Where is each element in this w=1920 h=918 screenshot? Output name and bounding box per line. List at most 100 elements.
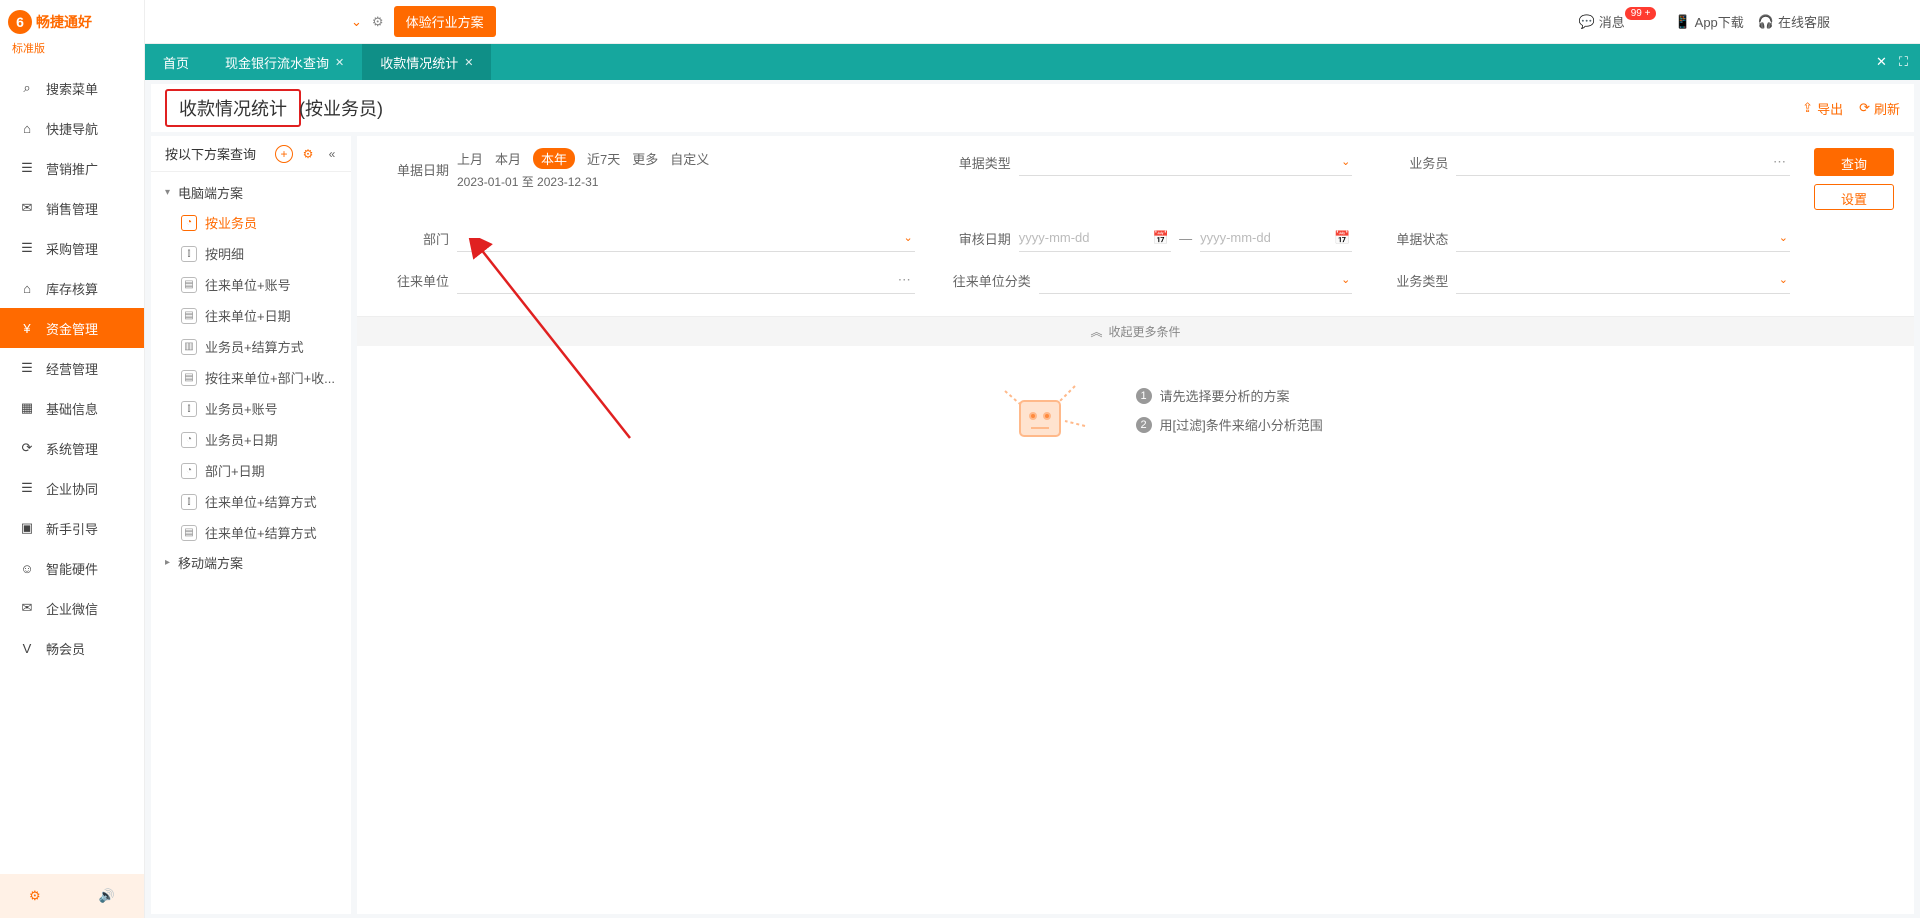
sidebar-item-sales[interactable]: ✉销售管理 <box>0 188 144 228</box>
caret-right-icon: ▸ <box>165 557 170 568</box>
home-icon: ⌂ <box>18 119 36 137</box>
sidebar-item-funds[interactable]: ¥资金管理 <box>0 308 144 348</box>
scheme-item[interactable]: ▥业务员+结算方式 <box>151 331 351 362</box>
gear-icon[interactable]: ⚙ <box>29 888 41 904</box>
double-chevron-up-icon: ︽ <box>1090 323 1102 340</box>
tab-home[interactable]: 首页 <box>145 44 207 80</box>
sidebar-item-vip[interactable]: V畅会员 <box>0 628 144 668</box>
salesman-select[interactable]: ⋯ <box>1456 148 1790 176</box>
scheme-item[interactable]: ▤按往来单位+部门+收... <box>151 362 351 393</box>
sidebar-bottom: ⚙ 🔊 <box>0 874 144 918</box>
play-icon: ▣ <box>18 519 36 537</box>
scheme-item[interactable]: ◔部门+日期 <box>151 455 351 486</box>
collapse-left-icon[interactable]: « <box>323 145 341 163</box>
sidebar-item-smart[interactable]: ☺智能硬件 <box>0 548 144 588</box>
date-chip-more[interactable]: 更多 <box>632 149 658 168</box>
service-button[interactable]: 🎧 在线客服 <box>1758 12 1830 31</box>
biz-type-select[interactable]: ⌄ <box>1456 266 1790 294</box>
refresh-label: 刷新 <box>1874 99 1900 118</box>
scheme-item[interactable]: ⫾往来单位+结算方式 <box>151 486 351 517</box>
logo-subtitle: 标准版 <box>0 40 144 56</box>
tab-cashflow[interactable]: 现金银行流水查询✕ <box>207 44 362 80</box>
sidebar-item-wechat[interactable]: ✉企业微信 <box>0 588 144 628</box>
scheme-item[interactable]: ▤ 往来单位+日期 <box>151 300 351 331</box>
sidebar-item-system[interactable]: ⟳系统管理 <box>0 428 144 468</box>
hint-number: 2 <box>1136 417 1152 433</box>
audit-date-from[interactable]: yyyy-mm-dd📅 <box>1019 224 1171 252</box>
search-icon: ⌕ <box>18 79 36 97</box>
filter-label: 往来单位 <box>377 271 449 290</box>
tab-label: 收款情况统计 <box>380 53 458 72</box>
chevron-down-icon[interactable]: ⌄ <box>351 14 362 30</box>
close-icon[interactable]: ✕ <box>335 56 344 69</box>
trial-button[interactable]: 体验行业方案 <box>394 6 496 37</box>
leaf-label: 业务员+结算方式 <box>205 337 304 356</box>
sidebar-item-guide[interactable]: ▣新手引导 <box>0 508 144 548</box>
scheme-item[interactable]: ◔按业务员 <box>151 207 351 238</box>
close-icon[interactable]: ✕ <box>464 56 473 69</box>
cart-icon: ✉ <box>18 199 36 217</box>
sidebar-item-label: 经营管理 <box>46 359 98 378</box>
query-button[interactable]: 查询 <box>1814 148 1894 176</box>
sidebar-item-inventory[interactable]: ⌂库存核算 <box>0 268 144 308</box>
speaker-icon[interactable]: 🔊 <box>99 888 115 904</box>
chip-icon: ☺ <box>18 559 36 577</box>
scheme-item[interactable]: ⫾按明细 <box>151 238 351 269</box>
sidebar-item-marketing[interactable]: ☰营销推广 <box>0 148 144 188</box>
refresh-icon: ⟳ <box>1859 100 1870 116</box>
list-icon: ▤ <box>181 308 197 324</box>
app-download-button[interactable]: 📱 App下载 <box>1674 12 1743 31</box>
app-label: App下载 <box>1695 12 1744 31</box>
scheme-group-mobile[interactable]: ▸移动端方案 <box>151 548 351 577</box>
settings-button[interactable]: 设置 <box>1814 184 1894 210</box>
scheme-item[interactable]: ▤往来单位+结算方式 <box>151 517 351 548</box>
logo-text: 畅捷通好 <box>36 12 92 32</box>
robot-illustration <box>995 376 1095 456</box>
leaf-label: 业务员+日期 <box>205 430 278 449</box>
sidebar-item-business[interactable]: ☰经营管理 <box>0 348 144 388</box>
sidebar-item-baseinfo[interactable]: ▦基础信息 <box>0 388 144 428</box>
filter-label: 单据日期 <box>377 160 449 179</box>
filter-label: 审核日期 <box>939 229 1011 248</box>
sidebar-item-quicknav[interactable]: ⌂快捷导航 <box>0 108 144 148</box>
tab-receipt-stats[interactable]: 收款情况统计 ✕ <box>362 44 491 80</box>
leaf-label: 往来单位+日期 <box>205 306 291 325</box>
scheme-item[interactable]: ◔业务员+日期 <box>151 424 351 455</box>
sidebar-item-purchase[interactable]: ☰采购管理 <box>0 228 144 268</box>
date-chip-thisyear[interactable]: 本年 <box>533 148 575 169</box>
scheme-group-pc[interactable]: ▾电脑端方案 <box>151 178 351 207</box>
sidebar-item-search[interactable]: ⌕搜索菜单 <box>0 68 144 108</box>
scheme-item[interactable]: ⫾业务员+账号 <box>151 393 351 424</box>
filter-bill-status: 单据状态 ⌄ <box>1376 224 1790 252</box>
scheme-header-label: 按以下方案查询 <box>165 144 256 163</box>
scheme-item[interactable]: ▤往来单位+账号 <box>151 269 351 300</box>
export-button[interactable]: ⇪导出 <box>1802 99 1843 118</box>
audit-date-to[interactable]: yyyy-mm-dd📅 <box>1200 224 1352 252</box>
calendar-icon: 📅 <box>1334 230 1350 246</box>
sidebar-item-label: 企业微信 <box>46 599 98 618</box>
scheme-pane: 按以下方案查询 + ⚙ « ▾电脑端方案 ◔按业务员 ⫾按明细 ▤往来单位+账号… <box>151 136 351 914</box>
refresh-button[interactable]: ⟳刷新 <box>1859 99 1900 118</box>
collapse-filters-button[interactable]: ︽ 收起更多条件 <box>357 316 1914 346</box>
list-icon: ▤ <box>181 525 197 541</box>
hint-row: 1请先选择要分析的方案 <box>1136 386 1323 405</box>
partner-class-select[interactable]: ⌄ <box>1039 266 1353 294</box>
scheme-settings-icon[interactable]: ⚙ <box>299 145 317 163</box>
add-scheme-icon[interactable]: + <box>275 145 293 163</box>
date-chip-lastmonth[interactable]: 上月 <box>457 149 483 168</box>
filter-dept: 部门 ⌄ <box>377 224 915 252</box>
settings-icon[interactable]: ⚙ <box>372 14 384 30</box>
date-chip-7days[interactable]: 近7天 <box>587 149 620 168</box>
hint-text: 用[过滤]条件来缩小分析范围 <box>1160 415 1323 434</box>
date-chip-thismonth[interactable]: 本月 <box>495 149 521 168</box>
bill-type-select[interactable]: ⌄ <box>1019 148 1353 176</box>
date-chip-custom[interactable]: 自定义 <box>670 149 709 168</box>
sidebar-item-collab[interactable]: ☰企业协同 <box>0 468 144 508</box>
dept-select[interactable]: ⌄ <box>457 224 915 252</box>
bill-status-select[interactable]: ⌄ <box>1456 224 1790 252</box>
close-all-icon[interactable]: ✕ <box>1876 54 1887 70</box>
chevron-down-icon: ⌄ <box>1779 231 1788 244</box>
partner-select[interactable]: ⋯ <box>457 266 915 294</box>
fullscreen-icon[interactable]: ⛶ <box>1899 54 1908 70</box>
message-button[interactable]: 💬 消息 99 + <box>1579 12 1661 31</box>
